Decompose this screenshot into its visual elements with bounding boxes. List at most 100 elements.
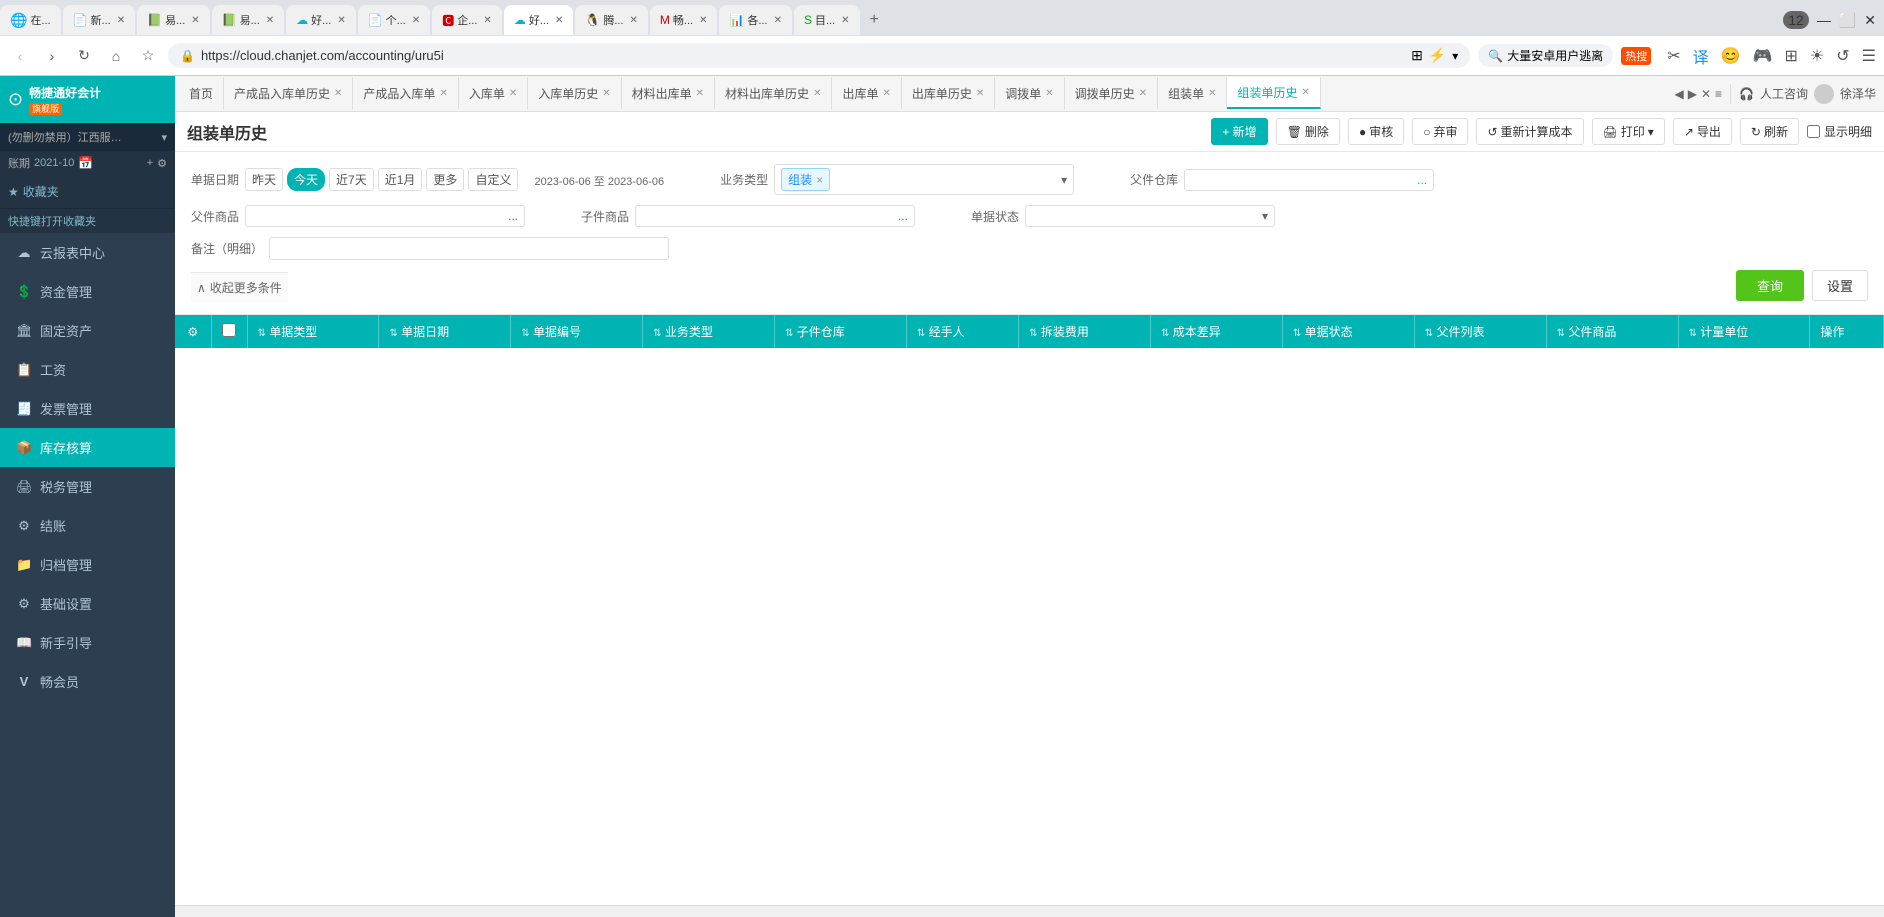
tab-close-5[interactable]: ✕: [337, 15, 345, 26]
nav-tab-close-10[interactable]: ✕: [1139, 88, 1147, 99]
col-order-date[interactable]: ⇅ 单据日期: [379, 315, 511, 348]
nav-tab-adjust[interactable]: 调拨单 ✕: [995, 77, 1064, 109]
sidebar-item-invoice[interactable]: 🧾 发票管理: [0, 389, 175, 428]
browser-tab-6[interactable]: 📄 个... ✕: [358, 5, 431, 35]
forward-btn[interactable]: ›: [40, 44, 64, 68]
delete-button[interactable]: 🗑 删除: [1276, 118, 1340, 145]
yesterday-btn[interactable]: 昨天: [245, 168, 283, 191]
back-btn[interactable]: ‹: [8, 44, 32, 68]
sidebar-item-member[interactable]: V 畅会员: [0, 662, 175, 701]
nav-tab-adjust-history[interactable]: 调拨单历史 ✕: [1065, 77, 1158, 109]
nav-more-icon[interactable]: ≡: [1715, 87, 1722, 101]
nav-tab-close-7[interactable]: ✕: [882, 88, 890, 99]
col-settings-icon[interactable]: ⚙: [187, 325, 198, 339]
company-selector[interactable]: (勿删勿禁用）江西服宝测试专用 ▾: [0, 123, 175, 151]
nav-close-icon[interactable]: ✕: [1701, 87, 1711, 101]
col-child-warehouse[interactable]: ⇅ 子件仓库: [775, 315, 907, 348]
nav-tab-close-2[interactable]: ✕: [439, 88, 447, 99]
emoji-icon[interactable]: 😊: [1721, 46, 1741, 66]
tab-close-8[interactable]: ✕: [555, 15, 563, 26]
scissors-icon[interactable]: ✂: [1667, 46, 1680, 66]
tab-close-12[interactable]: ✕: [841, 15, 849, 26]
calendar-icon[interactable]: 📅: [78, 156, 93, 170]
sidebar-item-guide[interactable]: 📖 新手引导: [0, 623, 175, 662]
scrollbar-area[interactable]: [175, 905, 1884, 917]
window-close[interactable]: ✕: [1864, 12, 1876, 29]
nav-tab-in-history[interactable]: 入库单历史 ✕: [528, 77, 621, 109]
settings-btn[interactable]: 设置: [1812, 270, 1868, 301]
tab-close-6[interactable]: ✕: [412, 15, 420, 26]
game-icon[interactable]: 🎮: [1753, 46, 1773, 66]
nav-tab-close-12[interactable]: ✕: [1302, 87, 1310, 98]
col-order-type[interactable]: ⇅ 单据类型: [247, 315, 379, 348]
settings-icon-small[interactable]: ⚙: [157, 157, 167, 170]
col-parent-list[interactable]: ⇅ 父件列表: [1414, 315, 1546, 348]
col-order-status[interactable]: ⇅ 单据状态: [1282, 315, 1414, 348]
menu-icon[interactable]: ☰: [1862, 46, 1876, 66]
nav-tab-in-order[interactable]: 入库单 ✕: [459, 77, 528, 109]
home-btn[interactable]: ⌂: [104, 44, 128, 68]
browser-tab-4[interactable]: 📗 易... ✕: [212, 5, 285, 35]
browser-tab-9[interactable]: 🐧 腾... ✕: [575, 5, 648, 35]
nav-tab-out-order[interactable]: 出库单 ✕: [832, 77, 901, 109]
recalc-button[interactable]: ↺ 重新计算成本: [1476, 118, 1583, 145]
add-button[interactable]: + 新增: [1211, 118, 1267, 145]
add-icon[interactable]: +: [147, 157, 153, 169]
url-input[interactable]: 🔒 https://cloud.chanjet.com/accounting/u…: [168, 43, 1470, 68]
col-unit[interactable]: ⇅ 计量单位: [1678, 315, 1810, 348]
nav-tab-out-history[interactable]: 出库单历史 ✕: [902, 77, 995, 109]
sidebar-item-closing[interactable]: ⚙ 结账: [0, 506, 175, 545]
tab-close-4[interactable]: ✕: [266, 15, 274, 26]
order-status-select[interactable]: ▾: [1025, 205, 1275, 227]
nav-tab-close-9[interactable]: ✕: [1045, 88, 1053, 99]
browser-tab-3[interactable]: 📗 易... ✕: [137, 5, 210, 35]
qr-icon[interactable]: ⊞: [1411, 47, 1423, 64]
browser-tab-5[interactable]: ☁ 好... ✕: [286, 5, 356, 35]
grid-icon[interactable]: ⊞: [1785, 46, 1798, 66]
sidebar-item-finance[interactable]: 💲 资金管理: [0, 272, 175, 311]
nav-tab-close-6[interactable]: ✕: [813, 88, 821, 99]
collapse-btn[interactable]: ∧ 收起更多条件: [191, 272, 288, 302]
nav-tab-material-out-history[interactable]: 材料出库单历史 ✕: [715, 77, 832, 109]
refresh-button[interactable]: ↻ 刷新: [1740, 118, 1799, 145]
7days-btn[interactable]: 近7天: [329, 168, 374, 191]
tab-close-2[interactable]: ✕: [117, 15, 125, 26]
sidebar-item-fixed-asset[interactable]: 🏛 固定资产: [0, 311, 175, 350]
browser-tab-10[interactable]: M 畅... ✕: [650, 5, 718, 35]
sidebar-item-archive[interactable]: 📁 归档管理: [0, 545, 175, 584]
col-checkbox[interactable]: [211, 315, 247, 348]
select-all-checkbox[interactable]: [222, 323, 236, 337]
browser-tab-2[interactable]: 📄 新... ✕: [63, 5, 136, 35]
sidebar-item-tax[interactable]: 🖨 税务管理: [0, 467, 175, 506]
nav-tab-close-5[interactable]: ✕: [696, 88, 704, 99]
bookmark-btn[interactable]: ☆: [136, 44, 160, 68]
sidebar-item-settings[interactable]: ⚙ 基础设置: [0, 584, 175, 623]
nav-tab-prod-in[interactable]: 产成品入库单 ✕: [353, 77, 458, 109]
sun-icon[interactable]: ☀: [1810, 46, 1824, 66]
tab-close-11[interactable]: ✕: [774, 15, 782, 26]
col-biz-type[interactable]: ⇅ 业务类型: [643, 315, 775, 348]
ellipsis-btn-warehouse[interactable]: ...: [1417, 173, 1427, 187]
bookmark-star-icon[interactable]: ⚡: [1429, 47, 1446, 64]
nav-left-icon[interactable]: ◀: [1674, 87, 1683, 101]
more-date-btn[interactable]: 更多: [426, 168, 464, 191]
browser-tab-12[interactable]: S 目... ✕: [794, 5, 860, 35]
nav-tab-close-3[interactable]: ✕: [509, 88, 517, 99]
col-order-no[interactable]: ⇅ 单据编号: [511, 315, 643, 348]
custom-btn[interactable]: 自定义: [468, 168, 518, 191]
nav-right-icon[interactable]: ▶: [1688, 87, 1697, 101]
abandon-button[interactable]: ○ 弃审: [1412, 118, 1468, 145]
export-button[interactable]: ↗ 导出: [1673, 118, 1732, 145]
parent-warehouse-select[interactable]: ...: [1184, 169, 1434, 191]
nav-tab-close-8[interactable]: ✕: [976, 88, 984, 99]
sidebar-item-cloud-report[interactable]: ☁ 云报表中心: [0, 233, 175, 272]
today-btn[interactable]: 今天: [287, 168, 325, 191]
favorites-section[interactable]: ★ 收藏夹: [0, 175, 175, 209]
tab-close-3[interactable]: ✕: [191, 15, 199, 26]
browser-tab-11[interactable]: 📊 各... ✕: [719, 5, 792, 35]
biz-type-select[interactable]: 组装 × ▾: [774, 164, 1074, 195]
nav-tab-close-1[interactable]: ✕: [334, 88, 342, 99]
col-settings[interactable]: ⚙: [175, 315, 211, 348]
col-handler[interactable]: ⇅ 经手人: [906, 315, 1018, 348]
col-cost-diff[interactable]: ⇅ 成本差异: [1151, 315, 1283, 348]
